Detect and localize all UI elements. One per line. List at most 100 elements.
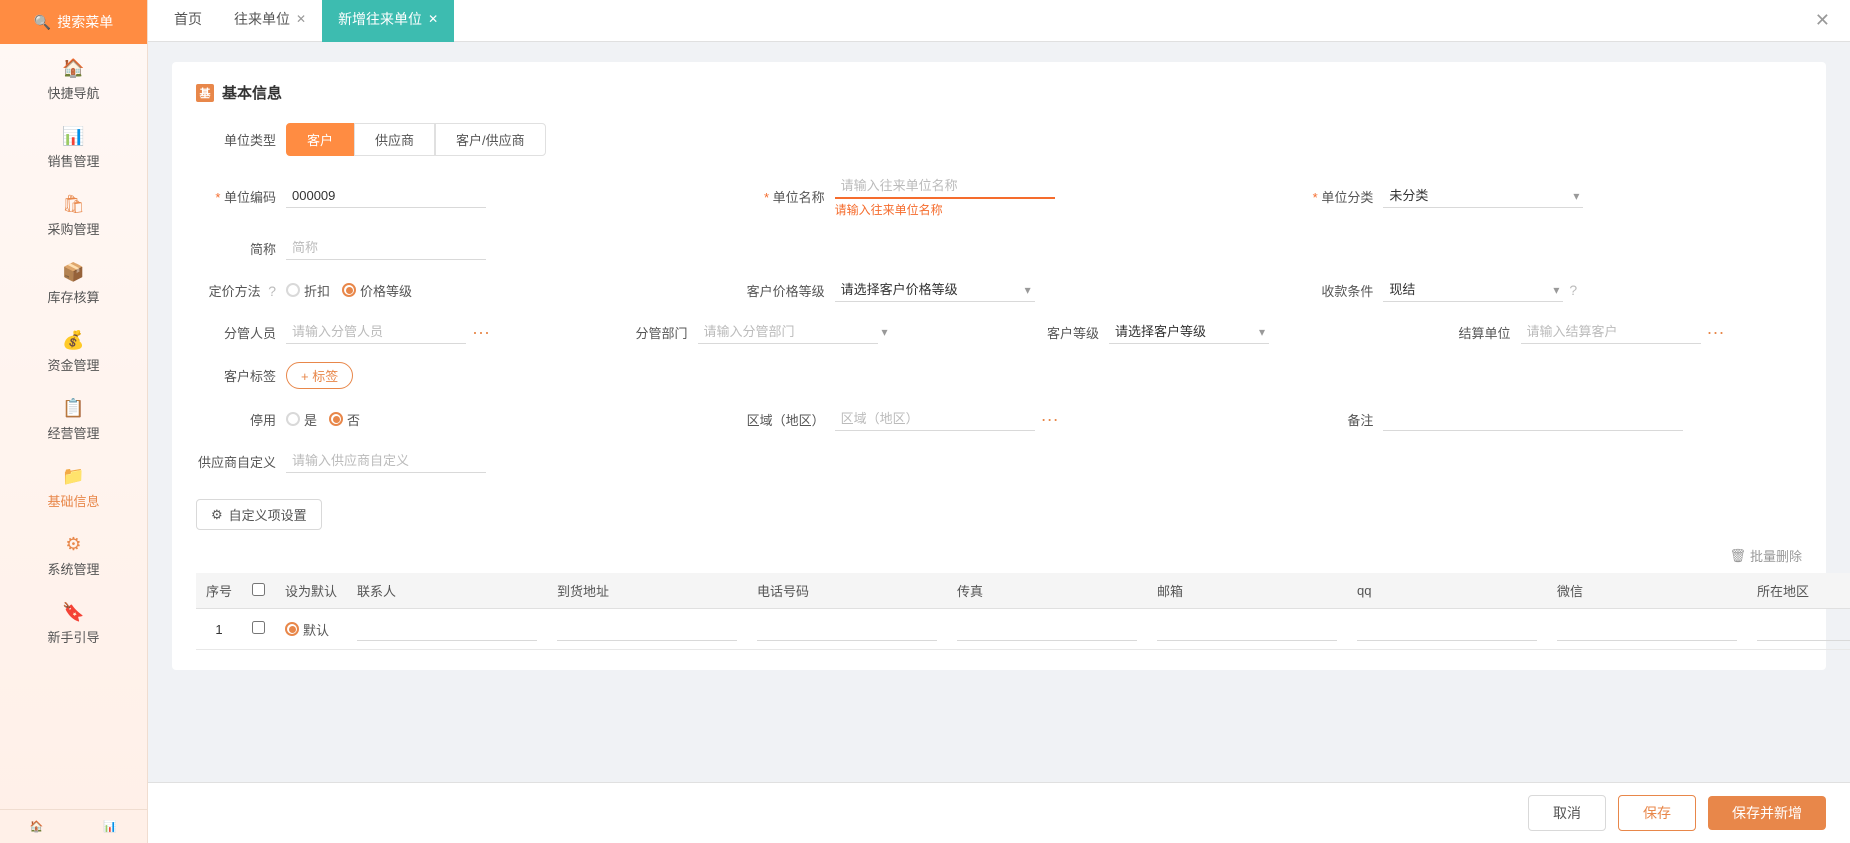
row-address[interactable] <box>547 609 747 650</box>
pricing-help-icon[interactable]: ? <box>268 283 276 299</box>
customer-price-select[interactable]: 请选择客户价格等级 <box>835 278 1035 302</box>
radio-yes-circle <box>286 412 300 426</box>
unit-name-input[interactable] <box>835 174 1055 199</box>
tab-partners[interactable]: 往来单位 ✕ <box>218 0 322 42</box>
qq-input[interactable] <box>1357 617 1537 641</box>
sidebar-item-purchase[interactable]: 🛍 采购管理 <box>0 180 147 248</box>
cancel-button[interactable]: 取消 <box>1528 795 1606 831</box>
basic-info-icon: 📁 <box>62 466 84 487</box>
row-checkbox[interactable] <box>252 621 265 634</box>
save-button[interactable]: 保存 <box>1618 795 1696 831</box>
radio-discount[interactable]: 折扣 <box>286 281 330 300</box>
col-fax: 传真 <box>947 573 1147 609</box>
sidebar-item-label: 快捷导航 <box>47 83 99 102</box>
phone-input[interactable] <box>757 617 937 641</box>
manager-input[interactable] <box>286 320 466 344</box>
settlement-dots-button[interactable]: ··· <box>1707 322 1725 343</box>
address-input[interactable] <box>557 617 737 641</box>
sidebar-item-system[interactable]: ⚙ 系统管理 <box>0 520 147 588</box>
unit-category-col: 单位分类 未分类 ▾ <box>1293 184 1802 208</box>
close-all-tabs-button[interactable]: ✕ <box>1805 10 1840 31</box>
radio-price-level[interactable]: 价格等级 <box>342 281 412 300</box>
sales-icon: 📊 <box>62 126 84 147</box>
unit-category-select-wrapper: 未分类 ▾ <box>1383 184 1583 208</box>
bottom-home-icon: 🏠 <box>30 820 44 833</box>
sidebar-bottom-home[interactable]: 🏠 <box>30 820 44 833</box>
close-new-partner-icon[interactable]: ✕ <box>428 12 438 26</box>
region-dots-button[interactable]: ··· <box>1041 409 1059 430</box>
unit-code-input[interactable] <box>286 184 486 208</box>
unit-info-row: 单位编码 单位名称 请输入往来单位名称 单位分类 <box>196 174 1802 218</box>
region-table-input[interactable] <box>1757 617 1850 641</box>
customer-level-select-wrapper: 请选择客户等级 ▾ <box>1109 320 1269 344</box>
payment-term-col: 收款条件 现结 ▾ ? <box>1293 278 1802 302</box>
customize-settings-button[interactable]: ⚙ 自定义项设置 <box>196 499 322 530</box>
payment-term-select[interactable]: 现结 <box>1383 278 1563 302</box>
remark-label: 备注 <box>1293 410 1383 429</box>
sidebar-item-inventory[interactable]: 📦 库存核算 <box>0 248 147 316</box>
col-region: 所在地区 <box>1747 573 1850 609</box>
supplier-custom-input[interactable] <box>286 449 486 473</box>
manager-label: 分管人员 <box>196 323 286 342</box>
unit-category-select[interactable]: 未分类 <box>1383 184 1583 208</box>
sidebar-search[interactable]: 🔍 搜索菜单 <box>0 0 147 44</box>
contact-input[interactable] <box>357 617 537 641</box>
radio-discount-circle <box>286 283 300 297</box>
save-and-new-button[interactable]: 保存并新增 <box>1708 796 1826 830</box>
remark-input[interactable] <box>1383 407 1683 431</box>
customer-level-select[interactable]: 请选择客户等级 <box>1109 320 1269 344</box>
disable-label: 停用 <box>196 410 286 429</box>
batch-delete-label[interactable]: 批量删除 <box>1750 546 1802 565</box>
row-default-cell: 默认 <box>275 609 347 650</box>
col-wechat: 微信 <box>1547 573 1747 609</box>
row-fax[interactable] <box>947 609 1147 650</box>
fax-input[interactable] <box>957 617 1137 641</box>
sidebar-item-guide[interactable]: 🔖 新手引导 <box>0 588 147 656</box>
select-all-checkbox[interactable] <box>252 583 265 596</box>
sidebar-item-finance[interactable]: 💰 资金管理 <box>0 316 147 384</box>
sidebar-item-operations[interactable]: 📋 经营管理 <box>0 384 147 452</box>
region-input[interactable] <box>835 407 1035 431</box>
unit-name-field: 请输入往来单位名称 <box>835 174 1055 218</box>
payment-term-label: 收款条件 <box>1293 281 1383 300</box>
settlement-input[interactable] <box>1521 320 1701 344</box>
short-name-row: 简称 <box>196 236 1802 260</box>
sidebar-item-label: 系统管理 <box>47 559 99 578</box>
sidebar-item-basic-info[interactable]: 📁 基础信息 <box>0 452 147 520</box>
radio-no[interactable]: 否 <box>329 410 360 429</box>
department-input[interactable] <box>698 320 878 344</box>
row-contact[interactable] <box>347 609 547 650</box>
row-email[interactable] <box>1147 609 1347 650</box>
unit-type-group: 客户 供应商 客户/供应商 <box>286 123 546 156</box>
pricing-row: 定价方法 ? 折扣 价格等级 <box>196 278 1802 302</box>
operations-icon: 📋 <box>62 398 84 419</box>
payment-help-icon[interactable]: ? <box>1569 282 1577 298</box>
disable-col: 停用 是 否 <box>196 410 705 429</box>
add-tag-button[interactable]: + 标签 <box>286 362 353 389</box>
close-partners-icon[interactable]: ✕ <box>296 12 306 26</box>
row-phone[interactable] <box>747 609 947 650</box>
unit-name-col: 单位名称 请输入往来单位名称 <box>745 174 1254 218</box>
payment-term-select-wrapper: 现结 ▾ <box>1383 278 1563 302</box>
row-qq[interactable] <box>1347 609 1547 650</box>
unit-type-customer-button[interactable]: 客户 <box>286 123 354 156</box>
row-region[interactable] <box>1747 609 1850 650</box>
sidebar-item-sales[interactable]: 📊 销售管理 <box>0 112 147 180</box>
sidebar-item-quick-nav[interactable]: 🏠 快捷导航 <box>0 44 147 112</box>
unit-type-supplier-button[interactable]: 供应商 <box>354 123 435 156</box>
tab-new-partner[interactable]: 新增往来单位 ✕ <box>322 0 454 42</box>
tab-home[interactable]: 首页 <box>158 0 218 42</box>
radio-yes-label: 是 <box>304 410 317 429</box>
row-wechat[interactable] <box>1547 609 1747 650</box>
radio-yes[interactable]: 是 <box>286 410 317 429</box>
customer-tag-row: 客户标签 + 标签 <box>196 362 1802 389</box>
sidebar-bottom-stats[interactable]: 📊 <box>103 820 117 833</box>
contact-table: 序号 设为默认 联系人 到货地址 电话号码 传真 邮箱 qq 微信 所在地区 <box>196 573 1850 650</box>
manager-dots-button[interactable]: ··· <box>472 322 490 343</box>
email-input[interactable] <box>1157 617 1337 641</box>
wechat-input[interactable] <box>1557 617 1737 641</box>
unit-name-label: 单位名称 <box>745 187 835 206</box>
short-name-input[interactable] <box>286 236 486 260</box>
unit-type-both-button[interactable]: 客户/供应商 <box>435 123 546 156</box>
row-default-radio[interactable]: 默认 <box>285 620 337 639</box>
